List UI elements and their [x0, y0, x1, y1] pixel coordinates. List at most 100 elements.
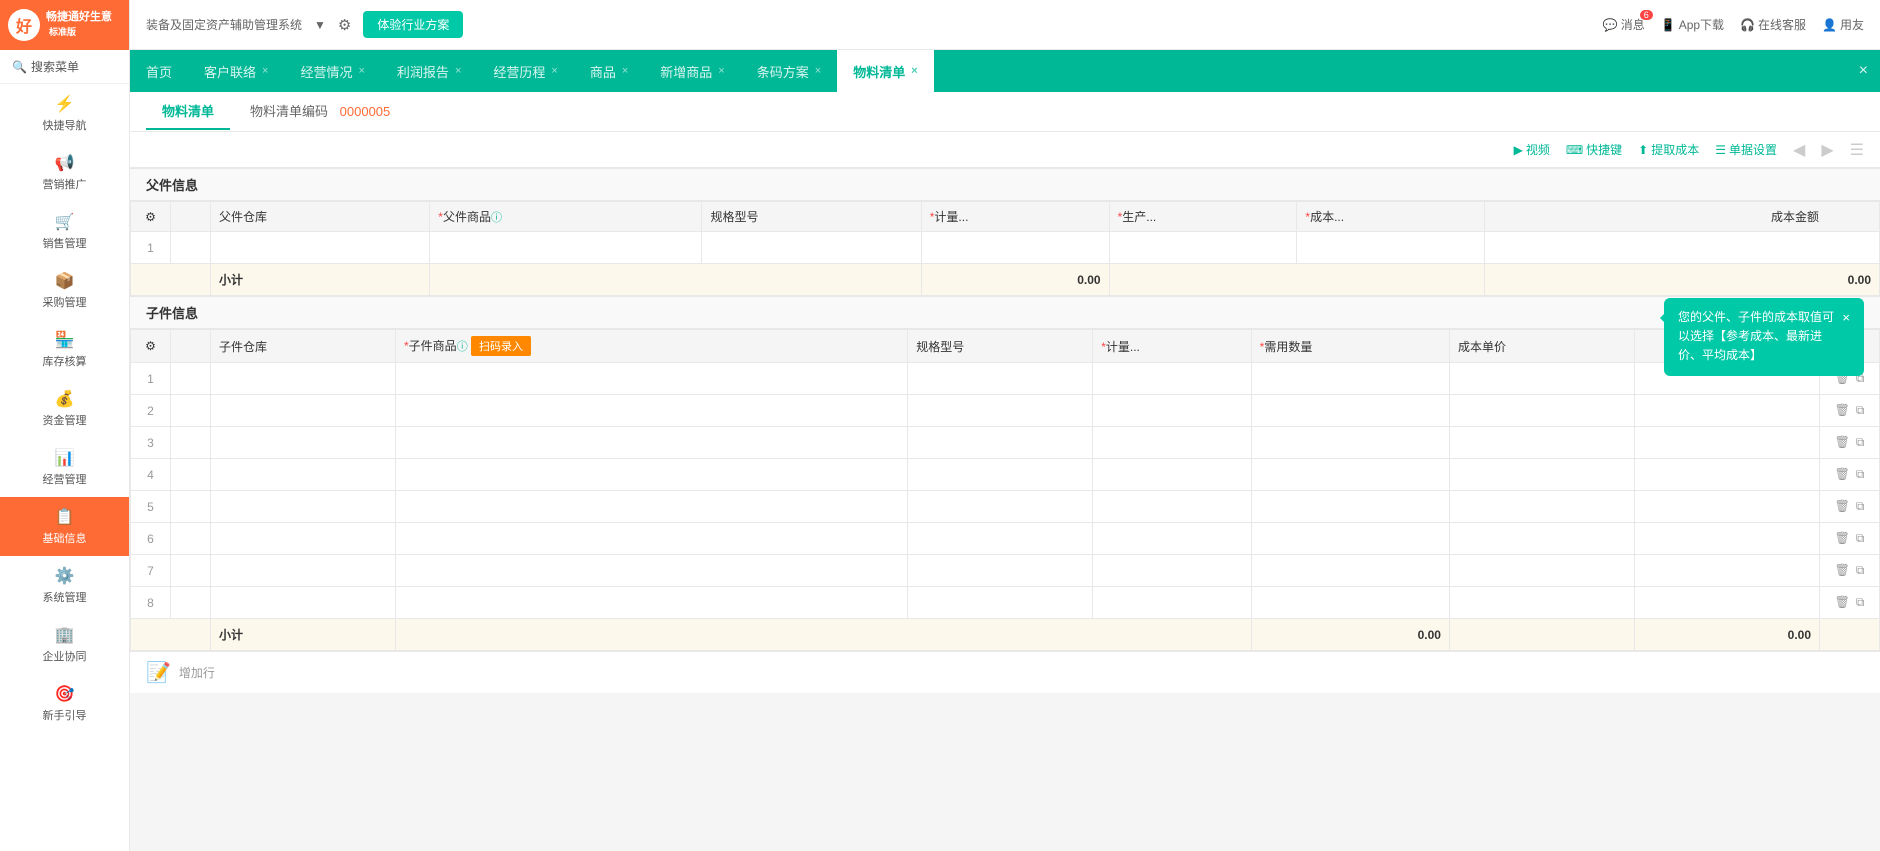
child-row-5-qty[interactable] [1251, 491, 1449, 523]
tab-products[interactable]: 商品 × [574, 50, 644, 92]
delete-icon-8[interactable]: 🗑 [1835, 595, 1850, 610]
sidebar-item-enterprise[interactable]: 🏢 企业协同 [0, 615, 129, 674]
child-row-6-product[interactable] [396, 523, 908, 555]
delete-icon-3[interactable]: 🗑 [1835, 435, 1850, 450]
sidebar-item-system[interactable]: ⚙️ 系统管理 [0, 556, 129, 615]
child-row-4-warehouse[interactable] [211, 459, 396, 491]
trial-btn[interactable]: 体验行业方案 [363, 11, 463, 38]
tooltip-close-btn[interactable]: × [1842, 308, 1850, 329]
shortcut-btn[interactable]: ⌨ 快捷键 [1566, 141, 1622, 158]
child-row-1-qty[interactable] [1251, 363, 1449, 395]
child-row-1-unit-cost[interactable] [1449, 363, 1634, 395]
child-row-2-unit[interactable] [1093, 395, 1251, 427]
parent-row-1-product[interactable] [430, 232, 702, 264]
user-menu[interactable]: 👤 用友 [1822, 16, 1864, 33]
service-item[interactable]: 🎧 在线客服 [1740, 16, 1806, 33]
delete-icon-5[interactable]: 🗑 [1835, 499, 1850, 514]
child-row-6-unit[interactable] [1093, 523, 1251, 555]
tab-history-close[interactable]: × [551, 65, 557, 77]
sidebar-item-guide[interactable]: 🎯 新手引导 [0, 674, 129, 733]
toolbar-nav-menu[interactable]: ☰ [1850, 140, 1864, 160]
parent-row-1-production[interactable] [1109, 232, 1297, 264]
parent-row-1-warehouse[interactable] [211, 232, 430, 264]
sidebar-item-inventory[interactable]: 🏪 库存核算 [0, 320, 129, 379]
copy-icon-6[interactable]: ⧉ [1856, 531, 1865, 546]
tab-customers-close[interactable]: × [262, 65, 268, 77]
add-row-label[interactable]: 增加行 [179, 664, 215, 681]
child-row-4-unit-cost[interactable] [1449, 459, 1634, 491]
child-row-7-qty[interactable] [1251, 555, 1449, 587]
parent-th-settings[interactable]: ⚙ [131, 202, 171, 232]
child-row-7-spec[interactable] [908, 555, 1093, 587]
tab-barcode[interactable]: 条码方案 × [741, 50, 837, 92]
child-row-3-qty[interactable] [1251, 427, 1449, 459]
close-all-tabs[interactable]: × [1847, 62, 1880, 80]
child-row-2-product[interactable] [396, 395, 908, 427]
extract-cost-btn[interactable]: ⬆ 提取成本 [1638, 141, 1699, 158]
copy-icon-5[interactable]: ⧉ [1856, 499, 1865, 514]
child-row-3-product[interactable] [396, 427, 908, 459]
copy-icon-8[interactable]: ⧉ [1856, 595, 1865, 610]
tab-operations[interactable]: 经营情况 × [284, 50, 380, 92]
view-btn[interactable]: ▶ 视频 [1514, 141, 1550, 158]
app-download-item[interactable]: 📱 App下载 [1661, 16, 1724, 33]
child-row-7-unit-cost[interactable] [1449, 555, 1634, 587]
tab-customers[interactable]: 客户联络 × [188, 50, 284, 92]
child-row-1-product[interactable] [396, 363, 908, 395]
child-row-8-spec[interactable] [908, 587, 1093, 619]
child-row-2-warehouse[interactable] [211, 395, 396, 427]
add-row-icon[interactable]: 📝 [146, 660, 171, 685]
child-row-3-spec[interactable] [908, 427, 1093, 459]
delete-icon-4[interactable]: 🗑 [1835, 467, 1850, 482]
tab-profit[interactable]: 利润报告 × [381, 50, 477, 92]
sidebar-item-operations[interactable]: 📊 经营管理 [0, 438, 129, 497]
toolbar-nav-right[interactable]: ▶ [1821, 140, 1833, 160]
child-row-3-unit-cost[interactable] [1449, 427, 1634, 459]
parent-row-1-spec[interactable] [702, 232, 921, 264]
copy-icon-4[interactable]: ⧉ [1856, 467, 1865, 482]
tab-barcode-close[interactable]: × [815, 65, 821, 77]
tab-new-product-close[interactable]: × [718, 65, 724, 77]
child-row-2-spec[interactable] [908, 395, 1093, 427]
tab-new-product[interactable]: 新增商品 × [644, 50, 740, 92]
child-th-settings[interactable]: ⚙ [131, 330, 171, 363]
tab-operations-close[interactable]: × [358, 65, 364, 77]
child-row-5-unit-cost[interactable] [1449, 491, 1634, 523]
gear-icon[interactable]: ⚙ [338, 16, 351, 34]
child-row-4-qty[interactable] [1251, 459, 1449, 491]
sidebar-item-search[interactable]: 🔍 搜索菜单 [0, 50, 129, 84]
delete-icon-7[interactable]: 🗑 [1835, 563, 1850, 578]
sidebar-item-sales[interactable]: 🛒 销售管理 [0, 202, 129, 261]
parent-row-1-cost[interactable] [1297, 232, 1485, 264]
tab-bom[interactable]: 物料清单 × [837, 50, 933, 92]
child-row-2-qty[interactable] [1251, 395, 1449, 427]
message-icon-item[interactable]: 💬 消息 6 [1603, 16, 1645, 33]
sidebar-item-purchase[interactable]: 📦 采购管理 [0, 261, 129, 320]
child-row-5-spec[interactable] [908, 491, 1093, 523]
sidebar-item-finance[interactable]: 💰 资金管理 [0, 379, 129, 438]
sidebar-item-quick-nav[interactable]: ⚡ 快捷导航 [0, 84, 129, 143]
copy-icon-2[interactable]: ⧉ [1856, 403, 1865, 418]
child-row-7-product[interactable] [396, 555, 908, 587]
sub-tab-bom-list[interactable]: 物料清单 [146, 93, 230, 130]
child-row-2-unit-cost[interactable] [1449, 395, 1634, 427]
child-row-7-unit[interactable] [1093, 555, 1251, 587]
sidebar-item-basic-info[interactable]: 📋 基础信息 [0, 497, 129, 556]
child-row-8-unit[interactable] [1093, 587, 1251, 619]
parent-row-1-unit[interactable] [921, 232, 1109, 264]
child-row-5-unit[interactable] [1093, 491, 1251, 523]
sidebar-item-marketing[interactable]: 📢 营销推广 [0, 143, 129, 202]
tab-bom-close[interactable]: × [911, 65, 917, 77]
topbar-dropdown-arrow[interactable]: ▼ [314, 18, 326, 32]
child-row-6-spec[interactable] [908, 523, 1093, 555]
child-row-6-warehouse[interactable] [211, 523, 396, 555]
child-row-4-spec[interactable] [908, 459, 1093, 491]
child-row-8-warehouse[interactable] [211, 587, 396, 619]
child-row-6-qty[interactable] [1251, 523, 1449, 555]
child-row-6-unit-cost[interactable] [1449, 523, 1634, 555]
scan-input-btn[interactable]: 扫码录入 [471, 336, 531, 356]
child-row-3-warehouse[interactable] [211, 427, 396, 459]
child-row-5-product[interactable] [396, 491, 908, 523]
child-row-4-unit[interactable] [1093, 459, 1251, 491]
tab-profit-close[interactable]: × [455, 65, 461, 77]
